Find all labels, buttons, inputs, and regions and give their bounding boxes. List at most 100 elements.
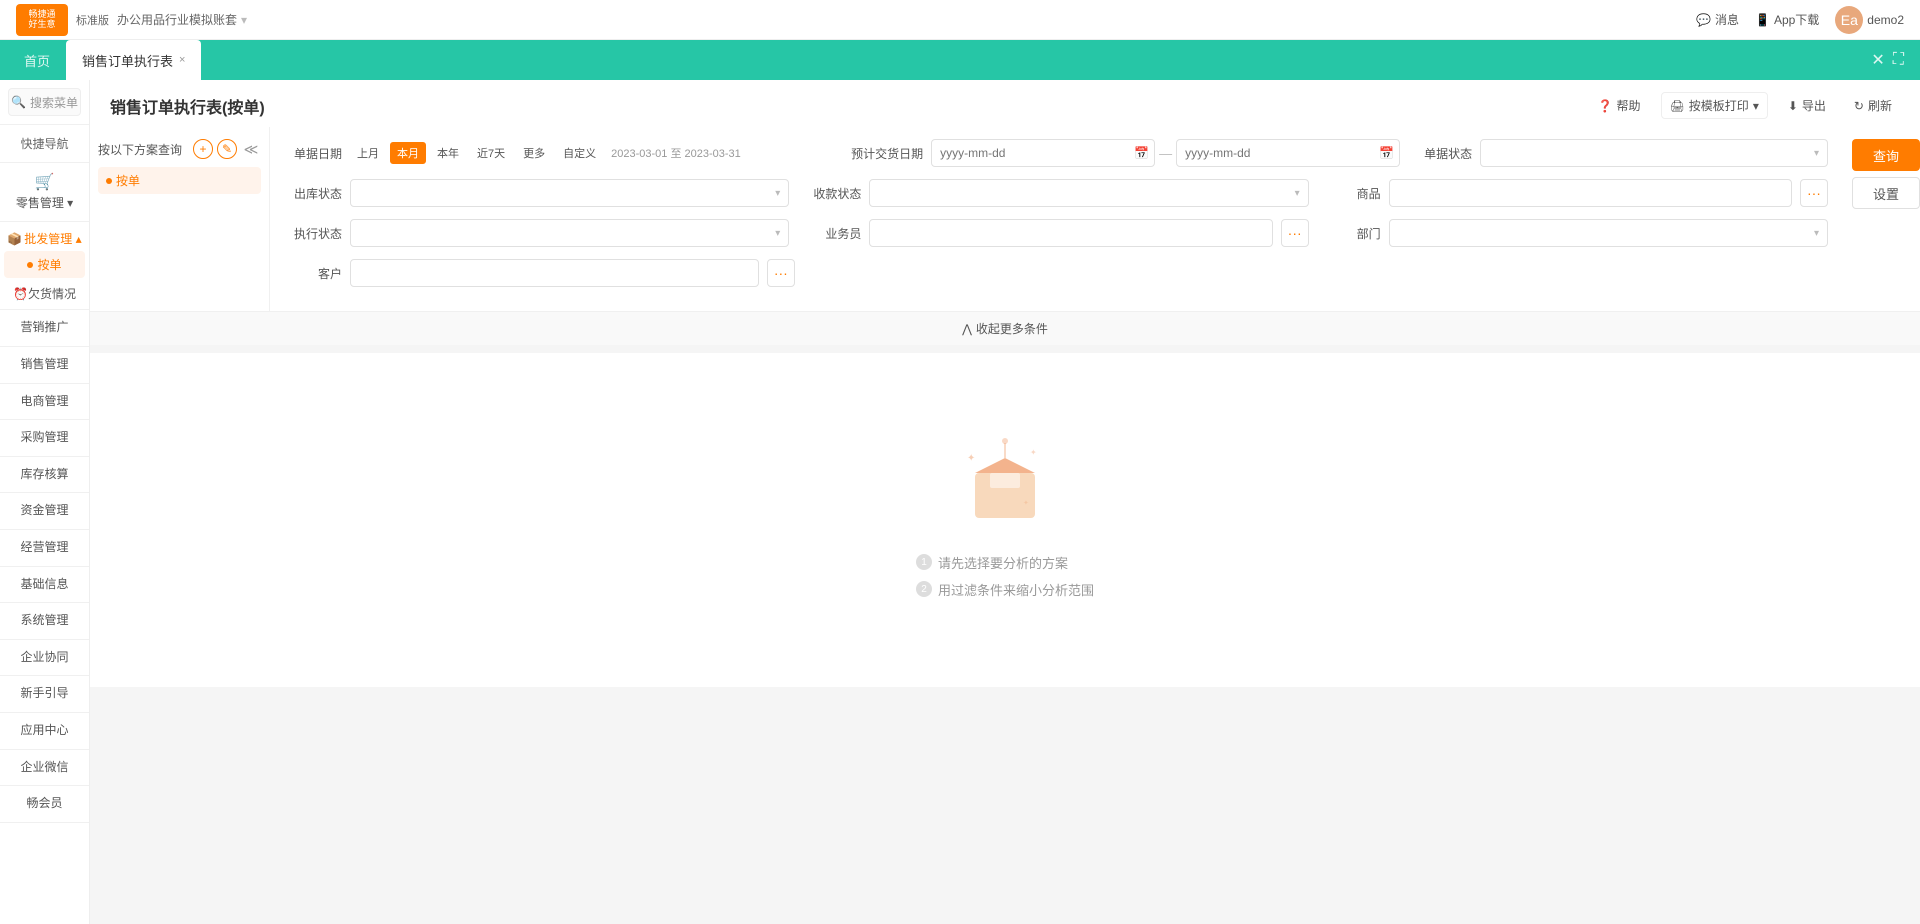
sidebar-section-member: 畅会员 bbox=[0, 786, 89, 823]
search-menu-button[interactable]: 🔍 搜索菜单 bbox=[8, 88, 81, 116]
expected-date-start-wrap: 📅 bbox=[931, 139, 1155, 167]
scheme-header-label: 按以下方案查询 bbox=[98, 141, 182, 158]
query-button[interactable]: 查询 bbox=[1852, 139, 1920, 171]
expected-date-end-input[interactable] bbox=[1176, 139, 1400, 167]
sidebar-sub-by-order[interactable]: 按单 bbox=[4, 251, 85, 278]
edit-scheme-button[interactable]: ✎ bbox=[217, 139, 237, 159]
tab-home[interactable]: 首页 bbox=[8, 40, 66, 80]
print-button[interactable]: 🖨 按模板打印 ▾ bbox=[1661, 92, 1768, 119]
date-field: 单据日期 上月 本月 本年 近7天 更多 自定义 20 bbox=[286, 142, 835, 164]
sidebar-item-member[interactable]: 畅会员 bbox=[0, 786, 89, 822]
goods-more-button[interactable]: ··· bbox=[1800, 179, 1828, 207]
date-tab-custom[interactable]: 自定义 bbox=[556, 142, 603, 164]
sidebar-shortcut-label[interactable]: 快捷导航 bbox=[0, 131, 89, 156]
help-button[interactable]: ❓ 帮助 bbox=[1590, 93, 1649, 118]
date-tab-this-month[interactable]: 本月 bbox=[390, 142, 426, 164]
sidebar-item-basic[interactable]: 基础信息 bbox=[0, 567, 89, 603]
breadcrumb: 办公用品行业模拟账套 ▾ bbox=[117, 11, 247, 28]
tab-current[interactable]: 销售订单执行表 × bbox=[66, 40, 201, 80]
exec-status-select[interactable]: ▾ bbox=[350, 219, 789, 247]
message-button[interactable]: 💬 消息 bbox=[1696, 11, 1739, 28]
sidebar-item-retail[interactable]: 🛒 零售管理 ▾ bbox=[0, 163, 89, 221]
sidebar-item-collab[interactable]: 企业协同 bbox=[0, 640, 89, 676]
sidebar-section-ecommerce: 电商管理 bbox=[0, 384, 89, 421]
sidebar-item-guide[interactable]: 新手引导 bbox=[0, 676, 89, 712]
sidebar-section-finance: 资金管理 bbox=[0, 493, 89, 530]
logo-text-1: 畅捷通 bbox=[28, 10, 55, 19]
salesperson-label: 业务员 bbox=[805, 225, 861, 242]
date-tab-last-month[interactable]: 上月 bbox=[350, 142, 386, 164]
tab-home-label: 首页 bbox=[24, 51, 50, 70]
scheme-item-by-order[interactable]: 按单 bbox=[98, 167, 261, 194]
sidebar-wholesale-header[interactable]: 📦 批发管理 ▴ bbox=[0, 222, 89, 251]
sidebar-section-system: 系统管理 bbox=[0, 603, 89, 640]
sidebar-item-finance[interactable]: 资金管理 bbox=[0, 493, 89, 529]
refresh-label: 刷新 bbox=[1868, 97, 1892, 114]
setting-button[interactable]: 设置 bbox=[1852, 177, 1920, 209]
main-layout: 🔍 搜索菜单 快捷导航 🛒 零售管理 ▾ 📦 批发管理 ▴ 按单 bbox=[0, 80, 1920, 924]
empty-icon: ✦ ✦ ✦ bbox=[955, 433, 1055, 533]
avatar: Ea bbox=[1835, 6, 1863, 34]
collapse-bar[interactable]: ⋀ 收起更多条件 bbox=[90, 311, 1920, 345]
filter-row-2: 出库状态 ▾ 收款状态 ▾ bbox=[286, 179, 1828, 207]
message-icon: 💬 bbox=[1696, 13, 1711, 27]
exec-status-label: 执行状态 bbox=[286, 225, 342, 242]
date-tab-this-year[interactable]: 本年 bbox=[430, 142, 466, 164]
expected-date-start-input[interactable] bbox=[931, 139, 1155, 167]
by-order-label: 按单 bbox=[37, 256, 61, 273]
sidebar-section-inventory: 库存核算 bbox=[0, 457, 89, 494]
goods-input[interactable] bbox=[1389, 179, 1792, 207]
add-scheme-button[interactable]: + bbox=[193, 139, 213, 159]
empty-hint-1: 1 请先选择要分析的方案 bbox=[916, 553, 1094, 572]
salesperson-input[interactable] bbox=[869, 219, 1272, 247]
svg-text:✦: ✦ bbox=[967, 453, 975, 464]
appcenter-label: 应用中心 bbox=[20, 723, 68, 739]
hint-2-text: 用过滤条件来缩小分析范围 bbox=[938, 580, 1094, 599]
print-icon: 🖨 bbox=[1670, 99, 1685, 113]
customer-input[interactable] bbox=[350, 259, 759, 287]
sidebar-item-marketing[interactable]: 营销推广 bbox=[0, 310, 89, 346]
user-avatar-area[interactable]: Ea demo2 bbox=[1835, 6, 1904, 34]
collapse-icon: ⋀ bbox=[962, 322, 972, 336]
sidebar-sub-shortage[interactable]: ⏰ 欠货情况 bbox=[0, 278, 89, 309]
sidebar-item-system[interactable]: 系统管理 bbox=[0, 603, 89, 639]
wholesale-label: 批发管理 ▴ bbox=[24, 230, 81, 247]
sidebar-item-wechat[interactable]: 企业微信 bbox=[0, 750, 89, 786]
tab-current-label: 销售订单执行表 bbox=[82, 51, 173, 70]
sidebar-item-inventory[interactable]: 库存核算 bbox=[0, 457, 89, 493]
tab-close-icon[interactable]: × bbox=[179, 54, 185, 66]
filter-panel: 按以下方案查询 + ✎ ≪ 按单 bbox=[90, 127, 1920, 345]
tab-expand-icon[interactable]: ⛶ bbox=[1893, 51, 1904, 69]
empty-state: ✦ ✦ ✦ 1 请先选择要分析的方案 2 用过滤条件来缩小分析范围 bbox=[90, 353, 1920, 687]
filter-panel-inner: 按以下方案查询 + ✎ ≪ 按单 bbox=[90, 127, 1920, 311]
system-label: 系统管理 bbox=[20, 613, 68, 629]
sidebar-item-purchase[interactable]: 采购管理 bbox=[0, 420, 89, 456]
app-download-button[interactable]: 📱 App下载 bbox=[1755, 11, 1819, 28]
wechat-label: 企业微信 bbox=[20, 760, 68, 776]
export-button[interactable]: ⬇ 导出 bbox=[1780, 93, 1834, 118]
refresh-button[interactable]: ↻ 刷新 bbox=[1846, 93, 1900, 118]
wholesale-icon: 📦 bbox=[7, 232, 22, 246]
content-area: 销售订单执行表(按单) ❓ 帮助 🖨 按模板打印 ▾ ⬇ 导出 ↻ 刷新 bbox=[90, 80, 1920, 924]
expected-date-end-wrap: 📅 bbox=[1176, 139, 1400, 167]
dept-chevron: ▾ bbox=[1814, 228, 1819, 239]
breadcrumb-arrow[interactable]: ▾ bbox=[241, 13, 247, 27]
help-label: 帮助 bbox=[1617, 97, 1641, 114]
sidebar-item-ecommerce[interactable]: 电商管理 bbox=[0, 384, 89, 420]
status-chevron-icon: ▾ bbox=[1814, 148, 1819, 159]
tab-close-window-icon[interactable]: ✕ bbox=[1871, 50, 1884, 70]
filter-row-4: 客户 ··· bbox=[286, 259, 1828, 287]
date-tab-more[interactable]: 更多 bbox=[516, 142, 552, 164]
dept-select[interactable]: ▾ bbox=[1389, 219, 1828, 247]
collect-status-select[interactable]: ▾ bbox=[869, 179, 1308, 207]
sidebar-item-sales[interactable]: 销售管理 bbox=[0, 347, 89, 383]
out-status-select[interactable]: ▾ bbox=[350, 179, 789, 207]
collapse-scheme-button[interactable]: ≪ bbox=[241, 139, 261, 159]
sidebar-item-operation[interactable]: 经营管理 bbox=[0, 530, 89, 566]
status-select[interactable]: ▾ bbox=[1480, 139, 1828, 167]
sidebar-section-collab: 企业协同 bbox=[0, 640, 89, 677]
sidebar-item-appcenter[interactable]: 应用中心 bbox=[0, 713, 89, 749]
date-tab-7days[interactable]: 近7天 bbox=[470, 142, 512, 164]
customer-more-button[interactable]: ··· bbox=[767, 259, 795, 287]
salesperson-more-button[interactable]: ··· bbox=[1281, 219, 1309, 247]
